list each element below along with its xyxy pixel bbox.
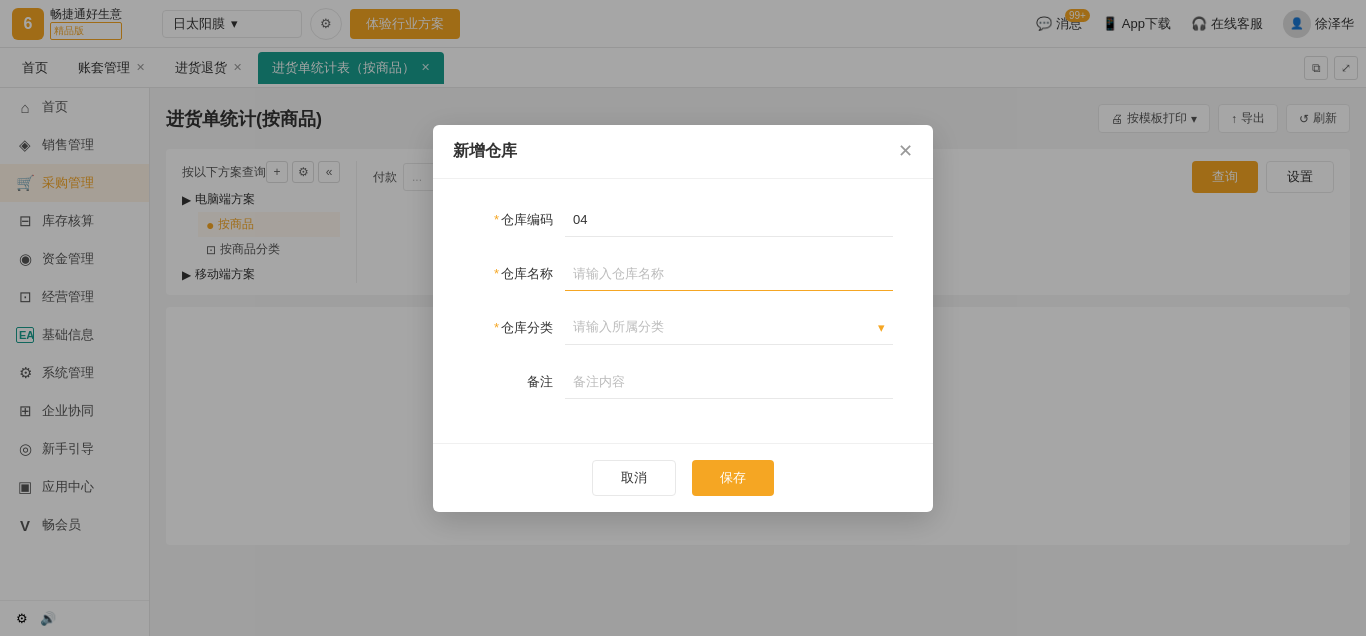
chevron-category-icon: ▾	[878, 320, 885, 335]
dialog-title: 新增仓库	[453, 141, 517, 162]
dialog-body: *仓库编码 *仓库名称 *仓库分类 请输入所属分类 ▾	[433, 179, 933, 443]
category-label: *仓库分类	[473, 319, 553, 337]
new-warehouse-dialog: 新增仓库 ✕ *仓库编码 *仓库名称 *仓库分类	[433, 125, 933, 512]
required-mark: *	[494, 212, 499, 227]
required-mark: *	[494, 266, 499, 281]
form-row-name: *仓库名称	[473, 257, 893, 291]
name-label: *仓库名称	[473, 265, 553, 283]
category-placeholder: 请输入所属分类	[573, 318, 664, 336]
warehouse-code-input[interactable]	[565, 203, 893, 237]
save-button[interactable]: 保存	[692, 460, 774, 496]
required-mark: *	[494, 320, 499, 335]
dialog-header: 新增仓库 ✕	[433, 125, 933, 179]
form-row-code: *仓库编码	[473, 203, 893, 237]
category-dropdown[interactable]: 请输入所属分类 ▾	[565, 311, 893, 345]
dialog-footer: 取消 保存	[433, 443, 933, 512]
warehouse-remark-input[interactable]	[565, 365, 893, 399]
form-row-remark: 备注	[473, 365, 893, 399]
cancel-button[interactable]: 取消	[592, 460, 676, 496]
dialog-close-button[interactable]: ✕	[898, 142, 913, 160]
remark-label: 备注	[473, 373, 553, 391]
code-label: *仓库编码	[473, 211, 553, 229]
warehouse-name-input[interactable]	[565, 257, 893, 291]
form-row-category: *仓库分类 请输入所属分类 ▾	[473, 311, 893, 345]
dialog-overlay[interactable]: 新增仓库 ✕ *仓库编码 *仓库名称 *仓库分类	[0, 0, 1366, 636]
